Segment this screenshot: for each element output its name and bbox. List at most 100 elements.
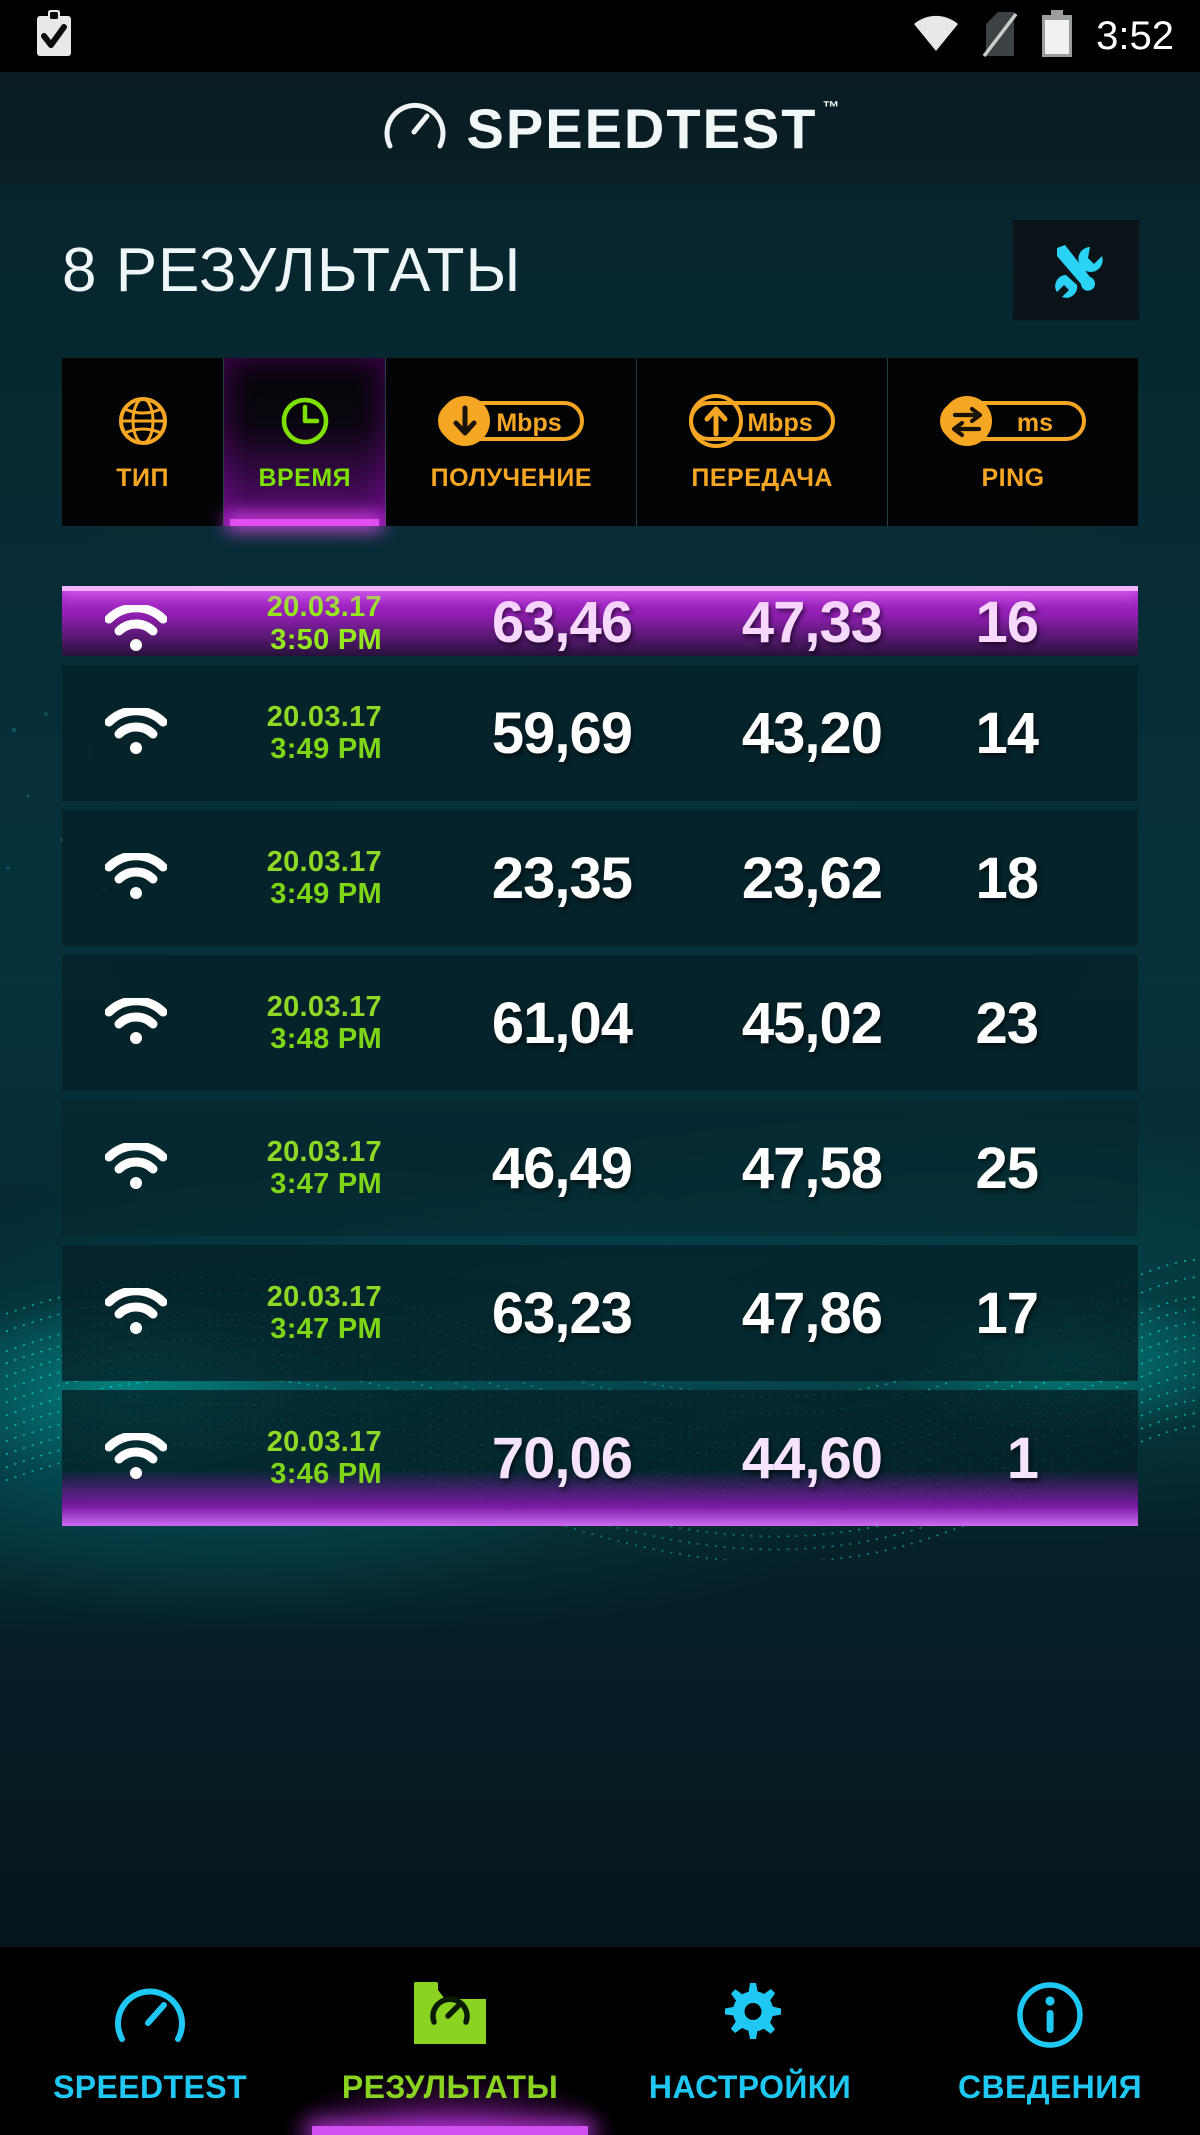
row-time: 3:46 PM xyxy=(270,1458,382,1490)
row-download-value: 63,46 xyxy=(491,590,633,655)
row-download: 59,69 xyxy=(382,700,633,767)
row-upload: 47,33 xyxy=(632,589,883,656)
row-upload: 47,86 xyxy=(632,1280,883,1347)
row-download-value: 59,69 xyxy=(491,700,633,766)
table-row[interactable]: 20.03.17 3:47 PM 46,49 47,58 25 xyxy=(62,1100,1138,1236)
tab-label-upload: ПЕРЕДАЧА xyxy=(691,463,833,492)
row-ping: 1 xyxy=(882,1425,1078,1492)
filter-tab-bar[interactable]: ТИП ВРЕМЯ Mbps ПОЛУЧЕНИЕ Mbps ПЕРЕДАЧА m… xyxy=(62,358,1138,526)
row-ping-value: 16 xyxy=(975,590,1039,655)
row-download-value: 63,23 xyxy=(491,1280,633,1346)
row-download: 63,23 xyxy=(382,1280,633,1347)
nav-label-about: СВЕДЕНИЯ xyxy=(957,2068,1142,2105)
row-connection-type xyxy=(62,1430,210,1484)
row-ping-value: 18 xyxy=(975,845,1039,911)
row-ping: 17 xyxy=(882,1280,1078,1347)
row-connection-type xyxy=(62,1140,210,1194)
row-date: 20.03.17 xyxy=(266,591,382,624)
battery-icon xyxy=(1040,9,1074,63)
row-timestamp: 20.03.17 3:48 PM xyxy=(210,991,382,1056)
wifi-icon xyxy=(104,1140,168,1194)
speedometer-icon xyxy=(383,94,447,163)
wifi-icon xyxy=(104,1430,168,1484)
row-time: 3:49 PM xyxy=(270,733,382,765)
app-screen: 3:52 SPEEDTEST ™ 8 РЕЗУЛЬТАТЫ ТИП ВРЕМЯ … xyxy=(0,0,1200,2135)
table-row[interactable]: 20.03.17 3:48 PM 61,04 45,02 23 xyxy=(62,955,1138,1091)
nav-label-results: РЕЗУЛЬТАТЫ xyxy=(341,2068,559,2105)
results-list[interactable]: 20.03.17 3:50 PM 63,46 47,33 16 20.03.17… xyxy=(62,586,1138,1926)
speedometer-icon xyxy=(112,1977,188,2053)
nav-item-settings[interactable]: НАСТРОЙКИ xyxy=(600,1947,900,2135)
row-time: 3:48 PM xyxy=(270,1023,382,1055)
wifi-icon xyxy=(104,850,168,904)
tools-button[interactable] xyxy=(1012,219,1140,321)
row-time: 3:50 PM xyxy=(270,623,382,656)
row-download: 63,46 xyxy=(382,589,633,656)
tab-label-download: ПОЛУЧЕНИЕ xyxy=(430,463,592,492)
wifi-icon xyxy=(104,603,168,656)
row-timestamp: 20.03.17 3:47 PM xyxy=(210,1136,382,1201)
row-timestamp: 20.03.17 3:46 PM xyxy=(210,1426,382,1491)
row-connection-type xyxy=(62,850,210,904)
tab-type[interactable]: ТИП xyxy=(62,358,225,526)
row-download-value: 70,06 xyxy=(491,1425,633,1491)
status-bar-clock: 3:52 xyxy=(1096,14,1174,58)
tab-label-ping: PING xyxy=(981,463,1045,492)
row-upload-value: 44,60 xyxy=(741,1425,883,1491)
nav-item-speedtest[interactable]: SPEEDTEST xyxy=(0,1947,300,2135)
tab-upload[interactable]: Mbps ПЕРЕДАЧА xyxy=(637,358,889,526)
nav-item-about[interactable]: СВЕДЕНИЯ xyxy=(900,1947,1200,2135)
status-bar-left xyxy=(0,9,76,64)
row-upload-value: 23,62 xyxy=(741,845,883,911)
upload-mbps-pill-icon: Mbps xyxy=(688,392,836,450)
row-ping: 23 xyxy=(882,990,1078,1057)
tab-ping[interactable]: ms PING xyxy=(888,358,1138,526)
app-brand-header: SPEEDTEST ™ xyxy=(0,72,1200,184)
bottom-navigation[interactable]: SPEEDTEST РЕЗУЛЬТАТЫ НАСТРОЙКИ СВЕДЕНИЯ xyxy=(0,1947,1200,2135)
info-circle-icon xyxy=(1012,1977,1088,2053)
row-download-value: 46,49 xyxy=(491,1135,633,1201)
table-row[interactable]: 20.03.17 3:50 PM 63,46 47,33 16 xyxy=(62,586,1138,656)
sim-card-off-icon xyxy=(982,11,1018,62)
tab-unit-upload: Mbps xyxy=(748,409,813,437)
wifi-icon xyxy=(104,705,168,759)
download-mbps-pill-icon: Mbps xyxy=(437,392,585,450)
row-upload: 44,60 xyxy=(632,1425,883,1492)
row-upload-value: 45,02 xyxy=(741,990,883,1056)
table-row[interactable]: 20.03.17 3:47 PM 63,23 47,86 17 xyxy=(62,1245,1138,1381)
row-ping-value: 25 xyxy=(975,1135,1039,1201)
tab-time[interactable]: ВРЕМЯ xyxy=(224,358,387,526)
row-date: 20.03.17 xyxy=(266,1280,382,1313)
nav-label-speedtest: SPEEDTEST xyxy=(53,2068,247,2105)
row-connection-type xyxy=(62,705,210,759)
row-time: 3:49 PM xyxy=(270,878,382,910)
tools-wrench-screwdriver-icon xyxy=(1045,237,1107,304)
row-connection-type xyxy=(62,603,210,656)
tab-label-time: ВРЕМЯ xyxy=(258,463,352,492)
ping-ms-pill-icon: ms xyxy=(939,392,1087,450)
tab-unit-ping: ms xyxy=(1017,409,1053,437)
wifi-icon xyxy=(104,1285,168,1339)
row-date: 20.03.17 xyxy=(266,700,382,733)
status-bar: 3:52 xyxy=(0,0,1200,72)
table-row[interactable]: 20.03.17 3:49 PM 59,69 43,20 14 xyxy=(62,665,1138,801)
brand-name: SPEEDTEST ™ xyxy=(466,96,842,160)
tab-unit-download: Mbps xyxy=(497,409,562,437)
row-date: 20.03.17 xyxy=(266,845,382,878)
row-time: 3:47 PM xyxy=(270,1313,382,1345)
row-timestamp: 20.03.17 3:49 PM xyxy=(210,701,382,766)
row-ping-value: 23 xyxy=(975,990,1039,1056)
trademark-mark: ™ xyxy=(822,97,842,117)
table-row[interactable]: 20.03.17 3:49 PM 23,35 23,62 18 xyxy=(62,810,1138,946)
nav-label-settings: НАСТРОЙКИ xyxy=(648,2068,852,2105)
row-download: 23,35 xyxy=(382,845,633,912)
row-time: 3:47 PM xyxy=(270,1168,382,1200)
table-row[interactable]: 20.03.17 3:46 PM 70,06 44,60 1 xyxy=(62,1390,1138,1526)
tab-download[interactable]: Mbps ПОЛУЧЕНИЕ xyxy=(386,358,638,526)
wifi-icon xyxy=(912,14,960,59)
clock-icon xyxy=(277,392,333,450)
row-upload-value: 47,86 xyxy=(741,1280,883,1346)
row-upload: 43,20 xyxy=(632,700,883,767)
row-upload: 45,02 xyxy=(632,990,883,1057)
nav-item-results[interactable]: РЕЗУЛЬТАТЫ xyxy=(282,1947,618,2135)
